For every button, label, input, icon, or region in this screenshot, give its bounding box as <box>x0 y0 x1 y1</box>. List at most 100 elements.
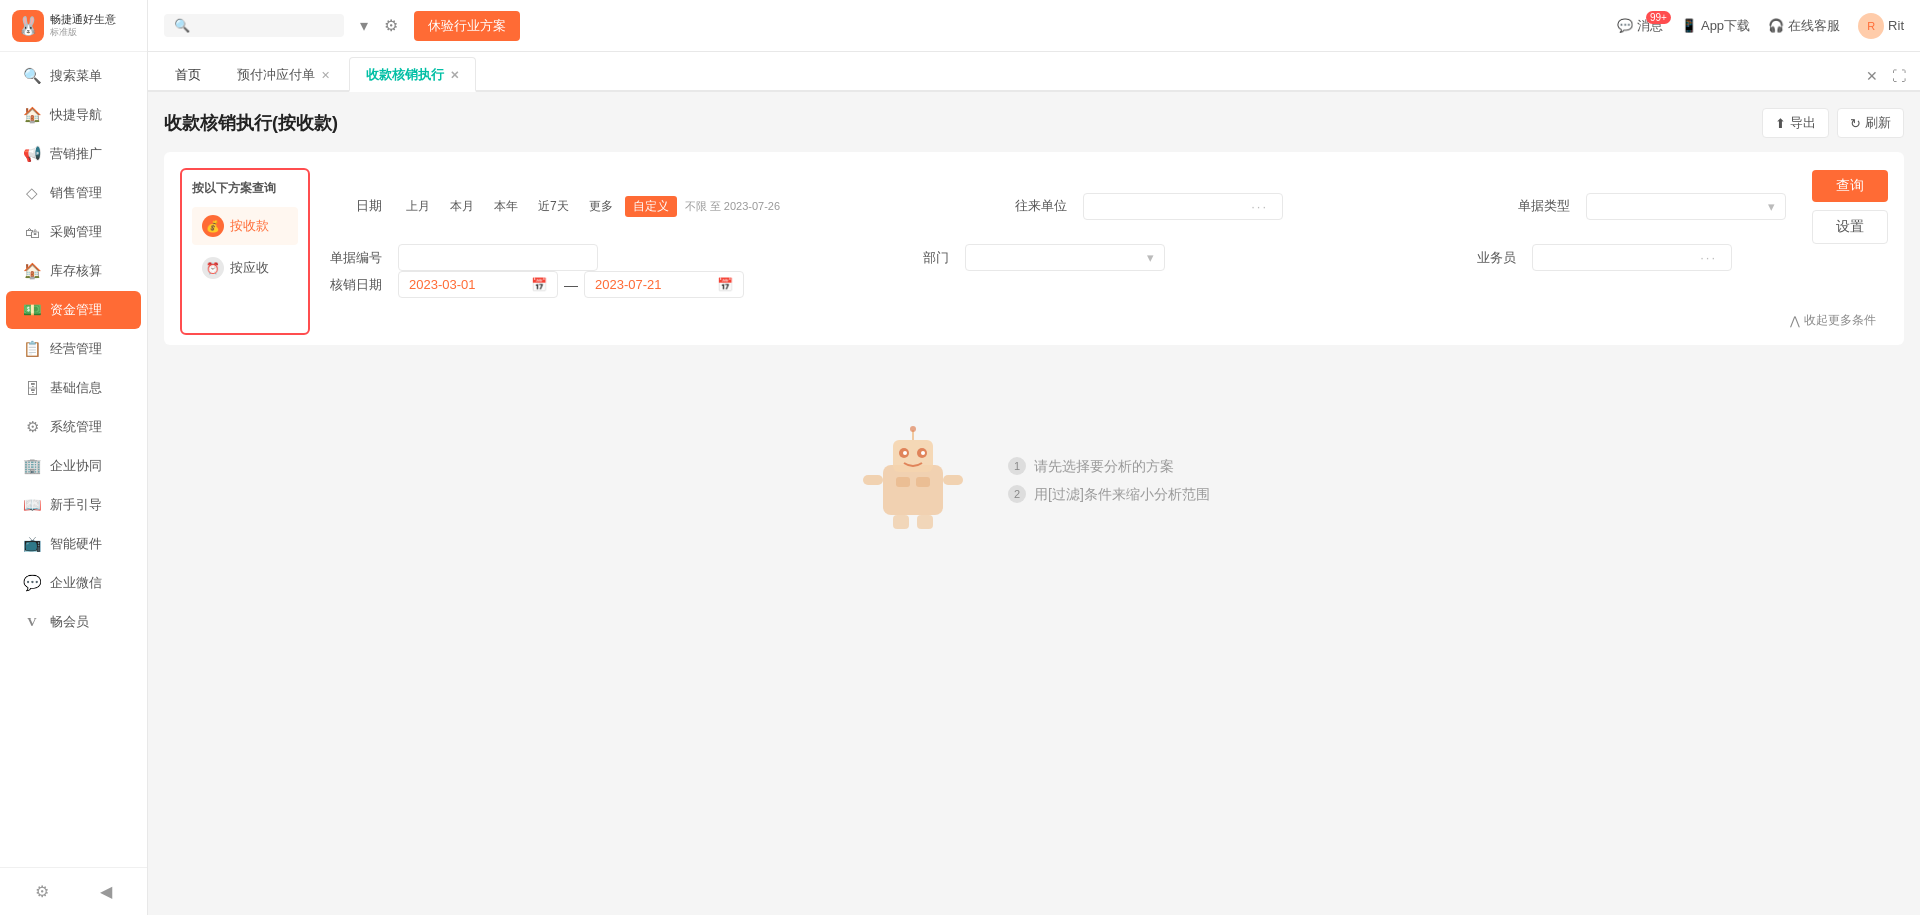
topbar-service-btn[interactable]: 🎧 在线客服 <box>1768 17 1840 35</box>
inventory-nav-icon: 🏠 <box>22 262 42 280</box>
topbar-settings-icon[interactable]: ⚙ <box>384 16 398 35</box>
tab-home[interactable]: 首页 <box>158 57 218 90</box>
tab-expand-btn[interactable]: ⛶ <box>1888 66 1910 86</box>
svg-rect-13 <box>917 515 933 529</box>
topbar-solution-btn[interactable]: 休验行业方案 <box>414 11 520 41</box>
date-tab-this-month[interactable]: 本月 <box>442 196 482 217</box>
filter-action-btns: 查询 设置 <box>1812 168 1888 244</box>
sidebar-item-member[interactable]: V 畅会员 <box>6 603 141 641</box>
verify-start-date[interactable]: 2023-03-01 📅 <box>398 271 558 298</box>
hint-text-1: 请先选择要分析的方案 <box>1034 452 1174 480</box>
tab-prepay-label: 预付冲应付单 <box>237 66 315 84</box>
filter-option-label: 按收款 <box>230 217 269 235</box>
end-calendar-icon[interactable]: 📅 <box>717 277 733 292</box>
enterprise-nav-icon: 🏢 <box>22 457 42 475</box>
tab-prepay[interactable]: 预付冲应付单 ✕ <box>220 57 347 90</box>
partner-select[interactable]: ··· <box>1083 193 1283 220</box>
empty-state: 1 请先选择要分析的方案 2 用[过滤]条件来缩小分析范围 <box>164 365 1904 595</box>
partner-dots[interactable]: ··· <box>1247 199 1272 214</box>
topbar-search-area[interactable]: 🔍 <box>164 14 344 37</box>
collapse-btn[interactable]: ⋀ 收起更多条件 <box>1778 306 1888 335</box>
sidebar-item-hardware[interactable]: 📺 智能硬件 <box>6 525 141 563</box>
export-btn[interactable]: ⬆ 导出 <box>1762 108 1829 138</box>
sidebar-logo: 🐰 畅捷通好生意 标准版 <box>0 0 147 52</box>
date-tabs: 上月 本月 本年 近7天 更多 自定义 不限 至 2023-07-26 <box>398 196 780 217</box>
topbar-search-input[interactable] <box>194 18 314 33</box>
user-avatar: R <box>1858 13 1884 39</box>
tab-prepay-close[interactable]: ✕ <box>321 69 330 82</box>
doc-type-label: 单据类型 <box>1514 197 1570 215</box>
page-actions: ⬆ 导出 ↻ 刷新 <box>1762 108 1904 138</box>
sidebar-item-search[interactable]: 🔍 搜索菜单 <box>6 57 141 95</box>
sidebar-item-enterprise[interactable]: 🏢 企业协同 <box>6 447 141 485</box>
app-download-icon: 📱 <box>1681 18 1697 33</box>
topbar-dropdown-icon[interactable]: ▾ <box>360 16 368 35</box>
topbar-app-btn[interactable]: 📱 App下载 <box>1681 17 1750 35</box>
filter-option-by-receivable[interactable]: ⏰ 按应收 <box>192 249 298 287</box>
collapse-sidebar-btn[interactable]: ◀ <box>96 878 116 905</box>
sidebar-item-inventory[interactable]: 🏠 库存核算 <box>6 252 141 290</box>
sidebar-item-sales[interactable]: ◇ 销售管理 <box>6 174 141 212</box>
date-sub-text: 不限 至 2023-07-26 <box>685 199 780 214</box>
tab-receivable-close[interactable]: ✕ <box>450 69 459 82</box>
tab-receivable[interactable]: 收款核销执行 ✕ <box>349 57 476 92</box>
settings-bottom-btn[interactable]: ⚙ <box>31 878 53 905</box>
hint-item-1: 1 请先选择要分析的方案 <box>1008 452 1210 480</box>
verify-end-value: 2023-07-21 <box>595 277 662 292</box>
refresh-icon: ↻ <box>1850 116 1861 131</box>
doc-no-input[interactable] <box>398 244 598 271</box>
setting-btn[interactable]: 设置 <box>1812 210 1888 244</box>
sidebar-item-label: 快捷导航 <box>50 106 102 124</box>
message-icon: 💬 <box>1617 18 1633 33</box>
topbar-user-btn[interactable]: R Rit <box>1858 13 1904 39</box>
svg-rect-6 <box>863 475 883 485</box>
svg-point-4 <box>903 451 907 455</box>
filter-scheme-title: 按以下方案查询 <box>192 180 298 197</box>
date-tab-7days[interactable]: 近7天 <box>530 196 577 217</box>
sidebar-item-guide[interactable]: 📖 新手引导 <box>6 486 141 524</box>
sidebar-item-system[interactable]: ⚙ 系统管理 <box>6 408 141 446</box>
doc-type-select[interactable]: ▾ <box>1586 193 1786 220</box>
hint-num-1: 1 <box>1008 457 1026 475</box>
sidebar-item-basic[interactable]: 🗄 基础信息 <box>6 369 141 407</box>
staff-select[interactable]: ··· <box>1532 244 1732 271</box>
date-tab-this-year[interactable]: 本年 <box>486 196 526 217</box>
query-btn[interactable]: 查询 <box>1812 170 1888 202</box>
sidebar-item-quick-nav[interactable]: 🏠 快捷导航 <box>6 96 141 134</box>
dept-select[interactable]: ▾ <box>965 244 1165 271</box>
refresh-btn[interactable]: ↻ 刷新 <box>1837 108 1904 138</box>
svg-point-5 <box>921 451 925 455</box>
sidebar-item-purchase[interactable]: 🛍 采购管理 <box>6 213 141 251</box>
filter-scheme-selector: 按以下方案查询 💰 按收款 ⏰ 按应收 <box>180 168 310 335</box>
tabbar: 首页 预付冲应付单 ✕ 收款核销执行 ✕ ✕ ⛶ <box>148 52 1920 92</box>
guide-nav-icon: 📖 <box>22 496 42 514</box>
verify-date-label: 核销日期 <box>326 276 382 294</box>
date-tab-more[interactable]: 更多 <box>581 196 621 217</box>
hint-text-2: 用[过滤]条件来缩小分析范围 <box>1034 480 1210 508</box>
topbar-msg-btn[interactable]: 💬 消息 99+ <box>1617 17 1663 35</box>
sidebar-item-label: 畅会员 <box>50 613 89 631</box>
staff-dots[interactable]: ··· <box>1696 250 1721 265</box>
start-calendar-icon[interactable]: 📅 <box>531 277 547 292</box>
doc-type-arrow: ▾ <box>1768 199 1775 214</box>
wechat-nav-icon: 💬 <box>22 574 42 592</box>
verify-end-date[interactable]: 2023-07-21 📅 <box>584 271 744 298</box>
date-tab-last-month[interactable]: 上月 <box>398 196 438 217</box>
refresh-label: 刷新 <box>1865 114 1891 132</box>
svg-rect-10 <box>896 477 910 487</box>
sidebar-item-finance[interactable]: 💵 资金管理 <box>6 291 141 329</box>
dept-label: 部门 <box>893 249 949 267</box>
sidebar-item-wechat[interactable]: 💬 企业微信 <box>6 564 141 602</box>
tab-close-all-btn[interactable]: ✕ <box>1862 66 1882 86</box>
sidebar-nav: 🔍 搜索菜单 🏠 快捷导航 📢 营销推广 ◇ 销售管理 🛍 采购管理 🏠 库存核… <box>0 52 147 867</box>
sidebar-item-label: 库存核算 <box>50 262 102 280</box>
app-name: 畅捷通好生意 <box>50 12 116 26</box>
sidebar-item-marketing[interactable]: 📢 营销推广 <box>6 135 141 173</box>
home-nav-icon: 🏠 <box>22 106 42 124</box>
export-icon: ⬆ <box>1775 116 1786 131</box>
collapse-chevron-icon: ⋀ <box>1790 314 1800 328</box>
app-edition: 标准版 <box>50 26 116 39</box>
filter-option-by-receipt[interactable]: 💰 按收款 <box>192 207 298 245</box>
sidebar-item-operation[interactable]: 📋 经营管理 <box>6 330 141 368</box>
date-tab-custom[interactable]: 自定义 <box>625 196 677 217</box>
